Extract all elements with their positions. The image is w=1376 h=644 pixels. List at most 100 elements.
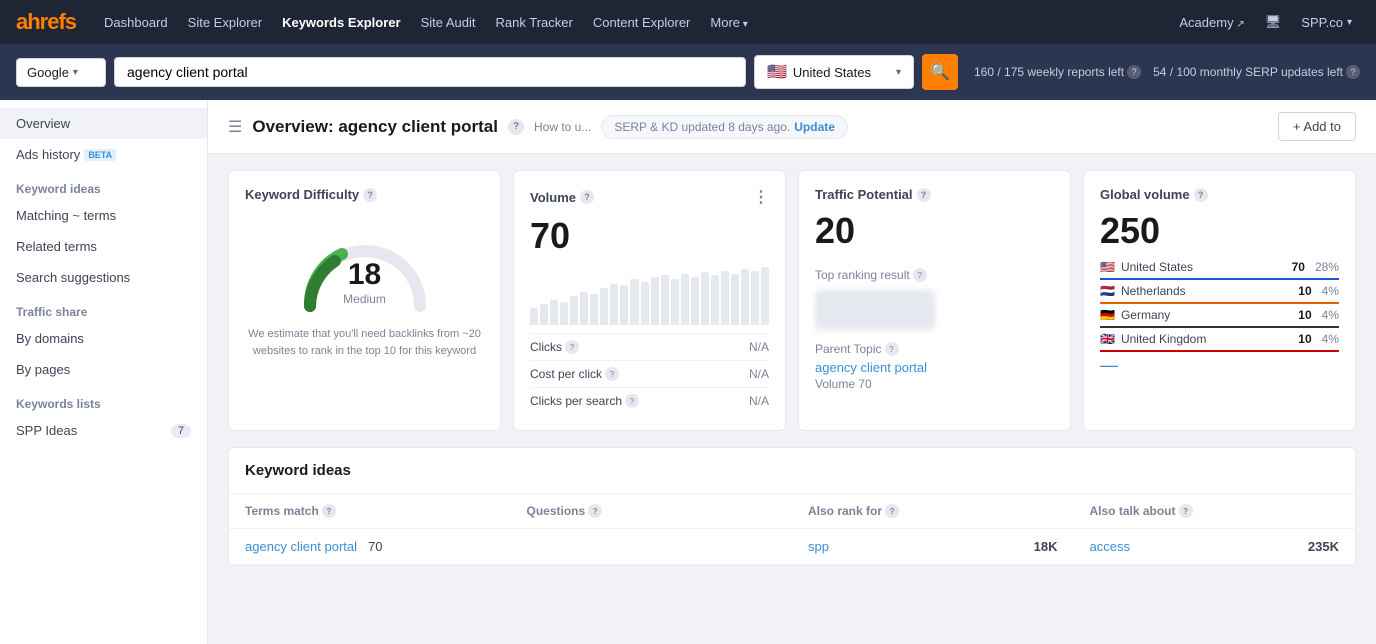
monitor-icon[interactable]: 🖥 [1257,10,1290,34]
volume-more-icon[interactable]: ⋮ [753,187,769,207]
ideas-col-help-icon[interactable]: ? [1179,504,1193,518]
search-button[interactable]: 🔍 [922,54,958,90]
sidebar-item-matching-terms[interactable]: Matching ~ terms [0,200,207,231]
top-navigation: ahrefs Dashboard Site Explorer Keywords … [0,0,1376,44]
metric-cpc: Cost per click ? N/A [530,360,769,387]
cps-help-icon[interactable]: ? [625,394,639,408]
sidebar-item-overview[interactable]: Overview [0,108,207,139]
keyword-ideas-section-title: Keyword ideas [0,170,207,200]
engine-select[interactable]: Google [16,58,106,87]
country-row: 🇺🇸 United States 70 28% [1100,256,1339,280]
country-row-name: Netherlands [1121,284,1292,298]
chart-bar [691,277,699,325]
sidebar-item-related-terms[interactable]: Related terms [0,231,207,262]
also-rank-for-cell: spp18K [792,529,1074,565]
gauge-wrapper: 18 Medium [295,226,435,306]
chart-bar [610,284,618,325]
country-row-vol: 70 [1292,260,1305,274]
monthly-serp-help-icon[interactable]: ? [1346,65,1360,79]
country-row: 🇳🇱 Netherlands 10 4% [1100,280,1339,304]
ideas-col-help-icon[interactable]: ? [885,504,899,518]
parent-topic-help-icon[interactable]: ? [885,342,899,356]
weekly-reports-help-icon[interactable]: ? [1127,65,1141,79]
global-volume-card: Global volume ? 250 🇺🇸 United States 70 … [1083,170,1356,431]
ideas-col-header: Also rank for? [792,494,1074,529]
chart-bar [530,308,538,325]
top-ranking-help-icon[interactable]: ? [913,268,927,282]
sidebar: Overview Ads history BETA Keyword ideas … [0,100,208,644]
chart-bar [651,277,659,325]
parent-topic-label: Parent Topic ? [815,342,1054,356]
chart-bar [580,292,588,325]
engine-label: Google [27,65,69,80]
nav-more[interactable]: More [702,11,755,34]
chart-bar [620,285,628,325]
hamburger-icon[interactable]: ☰ [228,117,242,137]
weekly-reports: 160 / 175 weekly reports left ? [974,65,1141,79]
chart-bar [570,296,578,325]
also-talk-link[interactable]: access [1090,539,1130,554]
traffic-card: Traffic Potential ? 20 Top ranking resul… [798,170,1071,431]
ideas-col-help-icon[interactable]: ? [588,504,602,518]
chart-bar [751,271,759,325]
ideas-col-help-icon[interactable]: ? [322,504,336,518]
nav-site-audit[interactable]: Site Audit [413,11,484,34]
nav-keywords-explorer[interactable]: Keywords Explorer [274,11,409,34]
page-help-icon[interactable]: ? [508,119,524,135]
metric-clicks-per-search: Clicks per search ? N/A [530,387,769,414]
country-flag: 🇺🇸 [767,62,787,82]
volume-value: 70 [530,215,769,257]
ahrefs-logo[interactable]: ahrefs [16,9,76,35]
sidebar-item-by-domains[interactable]: By domains [0,323,207,354]
reports-info: 160 / 175 weekly reports left ? 54 / 100… [974,65,1360,79]
chart-bar [741,269,749,325]
nav-academy[interactable]: Academy [1171,11,1252,34]
country-row-vol: 10 [1298,308,1311,322]
volume-metrics: Clicks ? N/A Cost per click ? N/A [530,333,769,414]
nav-content-explorer[interactable]: Content Explorer [585,11,699,34]
top-ranking-label: Top ranking result ? [815,268,1054,282]
content-area: ☰ Overview: agency client portal ? How t… [208,100,1376,644]
search-input[interactable] [127,64,733,80]
nav-dashboard[interactable]: Dashboard [96,11,176,34]
traffic-share-section-title: Traffic share [0,293,207,323]
global-volume-help-icon[interactable]: ? [1194,188,1208,202]
keyword-ideas-table: Terms match?Questions?Also rank for?Also… [229,494,1355,565]
more-countries-indicator: — [1100,356,1339,374]
country-list: 🇺🇸 United States 70 28% 🇳🇱 Netherlands 1… [1100,256,1339,352]
serp-update-link[interactable]: Update [794,120,835,134]
terms-match-link[interactable]: agency client portal [245,539,357,554]
add-to-button[interactable]: + Add to [1278,112,1356,141]
chart-bar [590,294,598,325]
questions-cell [511,529,793,565]
country-row: 🇩🇪 Germany 10 4% [1100,304,1339,328]
ideas-col-header: Terms match? [229,494,511,529]
kd-help-icon[interactable]: ? [363,188,377,202]
nav-site-explorer[interactable]: Site Explorer [180,11,270,34]
sidebar-item-by-pages[interactable]: By pages [0,354,207,385]
spp-ideas-count: 7 [171,424,191,438]
volume-help-icon[interactable]: ? [580,190,594,204]
kd-card: Keyword Difficulty ? [228,170,501,431]
search-bar: Google 🇺🇸 United States 🔍 160 / 175 week… [0,44,1376,100]
parent-topic-link[interactable]: agency client portal [815,360,927,375]
nav-rank-tracker[interactable]: Rank Tracker [488,11,581,34]
how-to-link[interactable]: How to u... [534,120,591,134]
parent-topic-volume: Volume 70 [815,377,1054,391]
also-rank-link[interactable]: spp [808,539,829,554]
sidebar-item-ads-history[interactable]: Ads history BETA [0,139,207,170]
sidebar-item-search-suggestions[interactable]: Search suggestions [0,262,207,293]
cpc-help-icon[interactable]: ? [605,367,619,381]
traffic-help-icon[interactable]: ? [917,188,931,202]
sidebar-item-spp-ideas[interactable]: SPP Ideas 7 [0,415,207,446]
chart-bar [550,300,558,325]
kd-gauge-container: 18 Medium We estimate that you'll need b… [245,210,484,367]
clicks-help-icon[interactable]: ? [565,340,579,354]
country-select[interactable]: 🇺🇸 United States [754,55,914,89]
nav-account[interactable]: SPP.co [1293,11,1360,34]
volume-card-title: Volume ? ⋮ [530,187,769,207]
kd-card-title: Keyword Difficulty ? [245,187,484,202]
search-input-wrapper [114,57,746,87]
keyword-ideas-header: Keyword ideas [229,448,1355,494]
also-talk-about-cell: access235K [1074,529,1356,565]
